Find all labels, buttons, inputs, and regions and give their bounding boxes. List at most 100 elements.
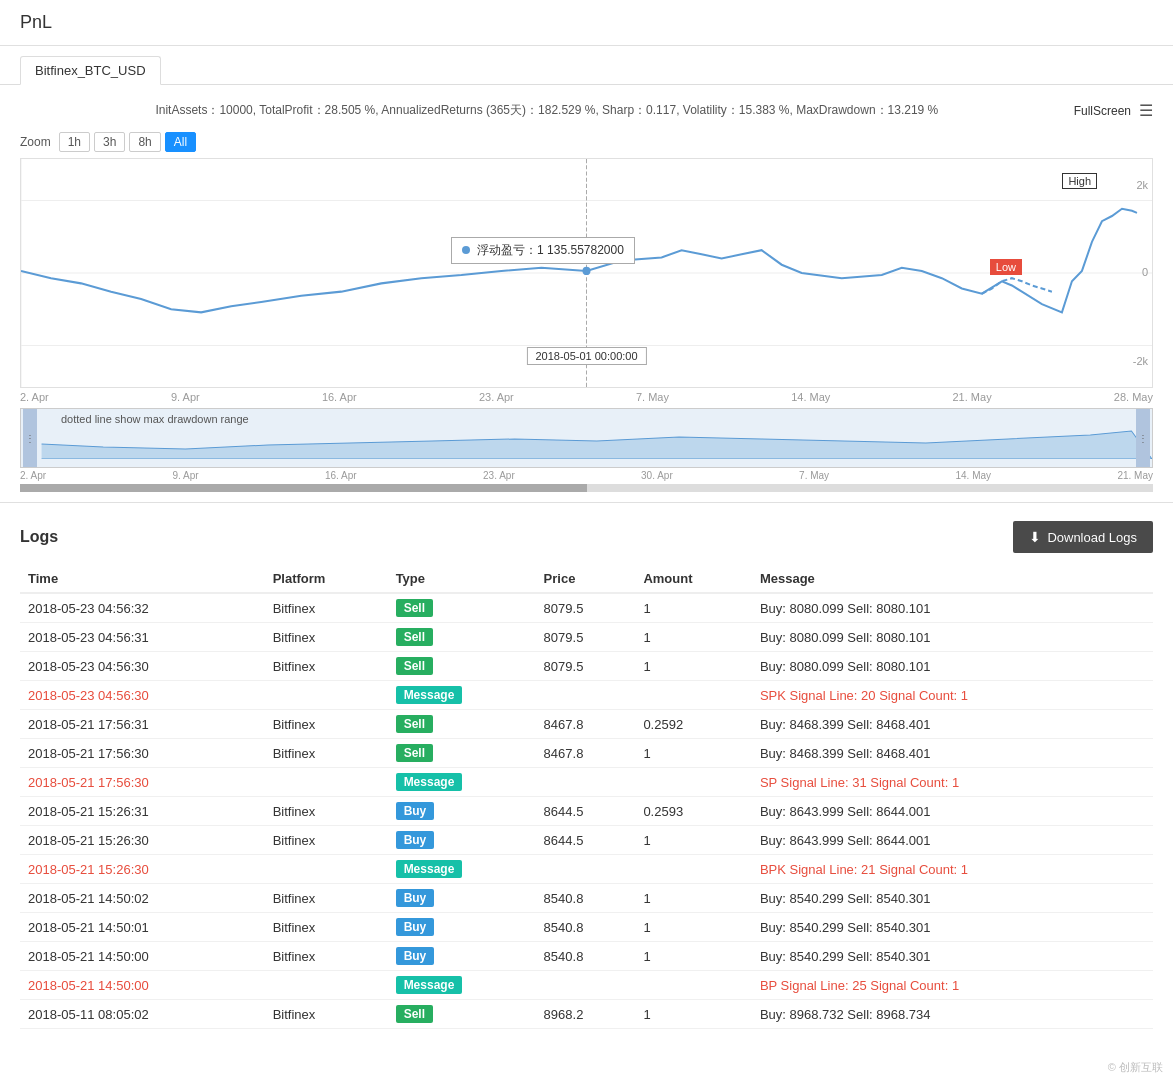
- main-chart[interactable]: 浮动盈亏：1 135.55782000 2018-05-01 00:00:00 …: [20, 158, 1153, 388]
- col-time: Time: [20, 565, 265, 593]
- cell-price: [536, 971, 636, 1000]
- table-row: 2018-05-21 14:50:00BitfinexBuy8540.81Buy…: [20, 942, 1153, 971]
- cell-platform: Bitfinex: [265, 913, 388, 942]
- cell-message: Buy: 8643.999 Sell: 8644.001: [752, 826, 1153, 855]
- download-label: Download Logs: [1047, 530, 1137, 545]
- table-row: 2018-05-21 14:50:01BitfinexBuy8540.81Buy…: [20, 913, 1153, 942]
- x-label-3: 23. Apr: [479, 391, 514, 403]
- cell-price: [536, 768, 636, 797]
- cell-message: Buy: 8540.299 Sell: 8540.301: [752, 884, 1153, 913]
- cell-amount: 1: [635, 623, 752, 652]
- zoom-3h[interactable]: 3h: [94, 132, 125, 152]
- x-label-7: 28. May: [1114, 391, 1153, 403]
- type-badge: Sell: [396, 628, 433, 646]
- fullscreen-button[interactable]: FullScreen: [1074, 104, 1131, 118]
- table-row: 2018-05-21 17:56:30 Message SP Signal Line…: [20, 768, 1153, 797]
- download-logs-button[interactable]: ⬇ Download Logs: [1013, 521, 1153, 553]
- zoom-bar: Zoom 1h 3h 8h All: [20, 126, 1153, 158]
- type-badge: Buy: [396, 889, 435, 907]
- cell-message: Buy: 8540.299 Sell: 8540.301: [752, 913, 1153, 942]
- cell-time: 2018-05-21 14:50:00: [20, 942, 265, 971]
- cell-time: 2018-05-21 15:26:30: [20, 855, 265, 884]
- table-row: 2018-05-21 14:50:02BitfinexBuy8540.81Buy…: [20, 884, 1153, 913]
- cell-amount: 1: [635, 942, 752, 971]
- mini-x-3: 23. Apr: [483, 470, 515, 481]
- mini-chart-info: dotted line show max drawdown range: [61, 413, 249, 425]
- zoom-1h[interactable]: 1h: [59, 132, 90, 152]
- cell-price: 8540.8: [536, 913, 636, 942]
- cell-platform: [265, 768, 388, 797]
- chart-controls: FullScreen ☰: [1074, 101, 1153, 120]
- cell-type: Sell: [388, 623, 536, 652]
- cell-amount: 1: [635, 652, 752, 681]
- cell-time: 2018-05-23 04:56:31: [20, 623, 265, 652]
- type-badge: Message: [396, 773, 463, 791]
- mini-x-2: 16. Apr: [325, 470, 357, 481]
- type-badge: Buy: [396, 947, 435, 965]
- cell-price: 8540.8: [536, 884, 636, 913]
- type-badge: Message: [396, 976, 463, 994]
- type-badge: Message: [396, 860, 463, 878]
- type-badge: Buy: [396, 831, 435, 849]
- cell-message: Buy: 8968.732 Sell: 8968.734: [752, 1000, 1153, 1029]
- mini-x-1: 9. Apr: [172, 470, 198, 481]
- mini-handle-left[interactable]: ⋮: [23, 409, 37, 467]
- chart-scrollbar[interactable]: [20, 484, 1153, 492]
- x-label-6: 21. May: [953, 391, 992, 403]
- col-message: Message: [752, 565, 1153, 593]
- cell-time: 2018-05-23 04:56:30: [20, 652, 265, 681]
- cell-message: Buy: 8080.099 Sell: 8080.101: [752, 593, 1153, 623]
- cell-amount: 1: [635, 884, 752, 913]
- cell-message: SP Signal Line: 31 Signal Count: 1: [752, 768, 1153, 797]
- cell-message: BP Signal Line: 25 Signal Count: 1: [752, 971, 1153, 1000]
- cell-time: 2018-05-21 17:56:30: [20, 768, 265, 797]
- zoom-8h[interactable]: 8h: [129, 132, 160, 152]
- logs-section: Logs ⬇ Download Logs Time Platform Type …: [0, 503, 1173, 1039]
- cell-platform: [265, 971, 388, 1000]
- x-label-4: 7. May: [636, 391, 669, 403]
- cell-type: Buy: [388, 826, 536, 855]
- mini-chart[interactable]: ⋮ dotted line show max drawdown range ⋮: [20, 408, 1153, 468]
- svg-point-5: [582, 267, 590, 275]
- logs-table-body: 2018-05-23 04:56:32BitfinexSell8079.51Bu…: [20, 593, 1153, 1029]
- table-row: 2018-05-21 15:26:31BitfinexBuy8644.50.25…: [20, 797, 1153, 826]
- mini-handle-right[interactable]: ⋮: [1136, 409, 1150, 467]
- cell-price: 8968.2: [536, 1000, 636, 1029]
- menu-icon[interactable]: ☰: [1139, 101, 1153, 120]
- scroll-thumb[interactable]: [20, 484, 587, 492]
- cell-message: Buy: 8468.399 Sell: 8468.401: [752, 739, 1153, 768]
- cell-price: 8644.5: [536, 797, 636, 826]
- cell-price: 8079.5: [536, 623, 636, 652]
- cell-platform: [265, 681, 388, 710]
- cell-message: Buy: 8080.099 Sell: 8080.101: [752, 652, 1153, 681]
- cell-platform: Bitfinex: [265, 652, 388, 681]
- x-label-0: 2. Apr: [20, 391, 49, 403]
- type-badge: Buy: [396, 802, 435, 820]
- tab-bitfinex-btc-usd[interactable]: Bitfinex_BTC_USD: [20, 56, 161, 85]
- cell-time: 2018-05-21 14:50:01: [20, 913, 265, 942]
- download-icon: ⬇: [1029, 529, 1041, 545]
- table-row: 2018-05-23 04:56:30MessageSPK Signal Lin…: [20, 681, 1153, 710]
- logs-header: Logs ⬇ Download Logs: [20, 513, 1153, 565]
- chart-stats-text: InitAssets：10000, TotalProfit：28.505 %, …: [20, 102, 1074, 119]
- table-row: 2018-05-23 04:56:30BitfinexSell8079.51Bu…: [20, 652, 1153, 681]
- cell-platform: Bitfinex: [265, 710, 388, 739]
- page-header: PnL: [0, 0, 1173, 46]
- cell-amount: [635, 971, 752, 1000]
- cell-type: Sell: [388, 1000, 536, 1029]
- zoom-all[interactable]: All: [165, 132, 196, 152]
- cell-amount: 1: [635, 913, 752, 942]
- cell-price: [536, 681, 636, 710]
- chart-low-label: Low: [990, 259, 1022, 275]
- x-label-2: 16. Apr: [322, 391, 357, 403]
- table-row: 2018-05-21 15:26:30MessageBPK Signal Lin…: [20, 855, 1153, 884]
- mini-x-6: 14. May: [955, 470, 991, 481]
- type-badge: Sell: [396, 744, 433, 762]
- cell-time: 2018-05-21 14:50:02: [20, 884, 265, 913]
- type-badge: Message: [396, 686, 463, 704]
- cell-type: Message: [388, 768, 536, 797]
- col-platform: Platform: [265, 565, 388, 593]
- cell-time: 2018-05-21 17:56:31: [20, 710, 265, 739]
- mini-x-axis: 2. Apr 9. Apr 16. Apr 23. Apr 30. Apr 7.…: [20, 468, 1153, 483]
- cell-type: Sell: [388, 652, 536, 681]
